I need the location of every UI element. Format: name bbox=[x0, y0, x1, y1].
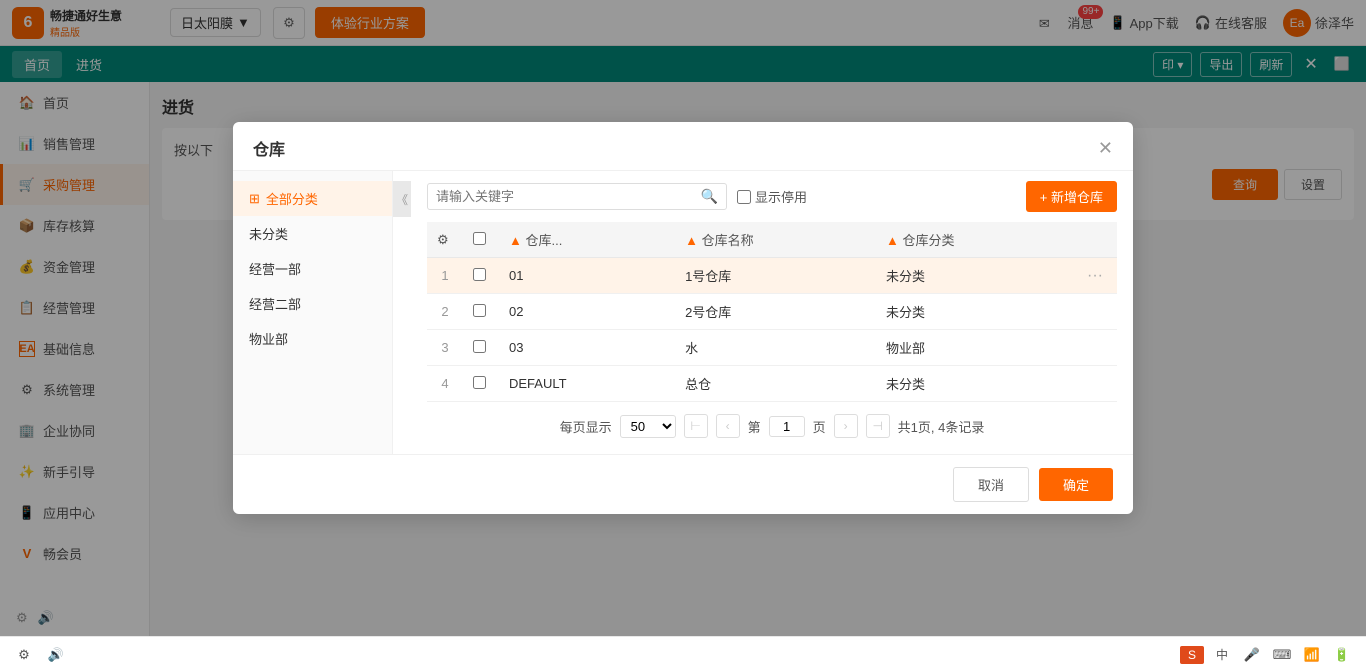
modal-category-sidebar: ⊞ 全部分类 未分类 经营一部 经营二部 物业部 bbox=[233, 171, 393, 454]
chevron-left-icon: 《 bbox=[396, 191, 408, 208]
sort-icon: ▲ bbox=[509, 233, 522, 248]
category-all[interactable]: ⊞ 全部分类 bbox=[233, 181, 392, 216]
warehouse-modal: 仓库 ✕ ⊞ 全部分类 未分类 经营一部 经营二部 bbox=[233, 122, 1133, 514]
row-code: 02 bbox=[499, 294, 675, 330]
category-operations-dept2[interactable]: 经营二部 bbox=[233, 286, 392, 321]
show-disabled-checkbox[interactable] bbox=[737, 190, 751, 204]
first-page-button[interactable]: ⊢ bbox=[684, 414, 708, 438]
s-brand-icon[interactable]: S bbox=[1180, 646, 1204, 664]
last-page-button[interactable]: ⊣ bbox=[866, 414, 890, 438]
table-row[interactable]: 4 DEFAULT 总仓 未分类 bbox=[427, 366, 1117, 402]
grid-icon: ⊞ bbox=[249, 191, 260, 207]
row-checkbox bbox=[463, 258, 499, 294]
warehouse-table: ⚙ ▲ 仓库... ▲ bbox=[427, 222, 1117, 402]
network-icon[interactable]: 📶 bbox=[1300, 643, 1324, 667]
th-code[interactable]: ▲ 仓库... bbox=[499, 222, 675, 258]
confirm-button[interactable]: 确定 bbox=[1039, 468, 1113, 501]
table-row[interactable]: 1 01 1号仓库 未分类 ··· bbox=[427, 258, 1117, 294]
cancel-button[interactable]: 取消 bbox=[953, 467, 1029, 502]
table-header: ⚙ ▲ 仓库... ▲ bbox=[427, 222, 1117, 258]
sort-icon2: ▲ bbox=[685, 233, 698, 248]
gear-settings-icon[interactable]: ⚙ bbox=[437, 232, 449, 247]
row-code: DEFAULT bbox=[499, 366, 675, 402]
category-operations-dept1[interactable]: 经营一部 bbox=[233, 251, 392, 286]
row-checkbox bbox=[463, 294, 499, 330]
keyboard-icon[interactable]: ⌨ bbox=[1270, 643, 1294, 667]
category-uncategorized[interactable]: 未分类 bbox=[233, 216, 392, 251]
table-row[interactable]: 2 02 2号仓库 未分类 bbox=[427, 294, 1117, 330]
bottom-bar: ⚙ 🔊 S 中 🎤 ⌨ 📶 🔋 bbox=[0, 636, 1366, 672]
next-page-button[interactable]: › bbox=[834, 414, 858, 438]
modal-close-button[interactable]: ✕ bbox=[1098, 138, 1113, 159]
row-name: 2号仓库 bbox=[675, 294, 876, 330]
sidebar-collapse-button[interactable]: 《 bbox=[393, 181, 411, 217]
row-actions[interactable] bbox=[1077, 366, 1117, 402]
row-gear: 3 bbox=[427, 330, 463, 366]
modal-toolbar: 🔍 显示停用 + 新增仓库 bbox=[427, 181, 1117, 212]
chinese-input-icon[interactable]: 中 bbox=[1210, 643, 1234, 667]
table-row[interactable]: 3 03 水 物业部 bbox=[427, 330, 1117, 366]
search-input-wrap: 🔍 bbox=[427, 183, 727, 210]
row-name: 总仓 bbox=[675, 366, 876, 402]
row-checkbox bbox=[463, 330, 499, 366]
modal-footer: 取消 确定 bbox=[233, 454, 1133, 514]
row-gear: 1 bbox=[427, 258, 463, 294]
page-number-input[interactable] bbox=[769, 416, 805, 437]
row-actions[interactable]: ··· bbox=[1077, 258, 1117, 294]
prev-page-button[interactable]: ‹ bbox=[716, 414, 740, 438]
th-checkbox bbox=[463, 222, 499, 258]
modal-title: 仓库 bbox=[253, 136, 285, 160]
table-body: 1 01 1号仓库 未分类 ··· 2 02 2 bbox=[427, 258, 1117, 402]
settings-bottom-icon[interactable]: ⚙ bbox=[12, 643, 36, 667]
row-code: 03 bbox=[499, 330, 675, 366]
row-category: 未分类 bbox=[876, 366, 1077, 402]
th-name[interactable]: ▲ 仓库名称 bbox=[675, 222, 876, 258]
row-actions[interactable] bbox=[1077, 330, 1117, 366]
row-category: 未分类 bbox=[876, 294, 1077, 330]
bottom-left: ⚙ 🔊 bbox=[12, 643, 68, 667]
row-category: 未分类 bbox=[876, 258, 1077, 294]
row-gear: 2 bbox=[427, 294, 463, 330]
row-actions[interactable] bbox=[1077, 294, 1117, 330]
row-gear: 4 bbox=[427, 366, 463, 402]
add-warehouse-button[interactable]: + 新增仓库 bbox=[1026, 181, 1117, 212]
volume-icon[interactable]: 🔊 bbox=[44, 643, 68, 667]
battery-icon[interactable]: 🔋 bbox=[1330, 643, 1354, 667]
page-size-select[interactable]: 50 20 100 bbox=[620, 415, 676, 438]
modal-main: 🔍 显示停用 + 新增仓库 ⚙ bbox=[411, 171, 1133, 454]
table-container: ⚙ ▲ 仓库... ▲ bbox=[427, 222, 1117, 402]
pagination: 每页显示 50 20 100 ⊢ ‹ 第 页 › ⊣ 共1页, 4条记录 bbox=[427, 402, 1117, 444]
bottom-right: S 中 🎤 ⌨ 📶 🔋 bbox=[1180, 643, 1354, 667]
show-disabled-toggle: 显示停用 bbox=[737, 187, 807, 206]
row-name: 1号仓库 bbox=[675, 258, 876, 294]
search-icon[interactable]: 🔍 bbox=[701, 188, 718, 205]
row-category: 物业部 bbox=[876, 330, 1077, 366]
th-actions bbox=[1077, 222, 1117, 258]
modal-body: ⊞ 全部分类 未分类 经营一部 经营二部 物业部 《 bbox=[233, 171, 1133, 454]
modal-header: 仓库 ✕ bbox=[233, 122, 1133, 171]
th-category[interactable]: ▲ 仓库分类 bbox=[876, 222, 1077, 258]
mic-icon[interactable]: 🎤 bbox=[1240, 643, 1264, 667]
modal-overlay: 仓库 ✕ ⊞ 全部分类 未分类 经营一部 经营二部 bbox=[0, 0, 1366, 636]
row-checkbox bbox=[463, 366, 499, 402]
th-gear: ⚙ bbox=[427, 222, 463, 258]
sort-icon3: ▲ bbox=[886, 233, 899, 248]
search-input[interactable] bbox=[436, 189, 695, 204]
row-name: 水 bbox=[675, 330, 876, 366]
row-code: 01 bbox=[499, 258, 675, 294]
select-all-checkbox[interactable] bbox=[473, 232, 486, 245]
category-property-dept[interactable]: 物业部 bbox=[233, 321, 392, 356]
